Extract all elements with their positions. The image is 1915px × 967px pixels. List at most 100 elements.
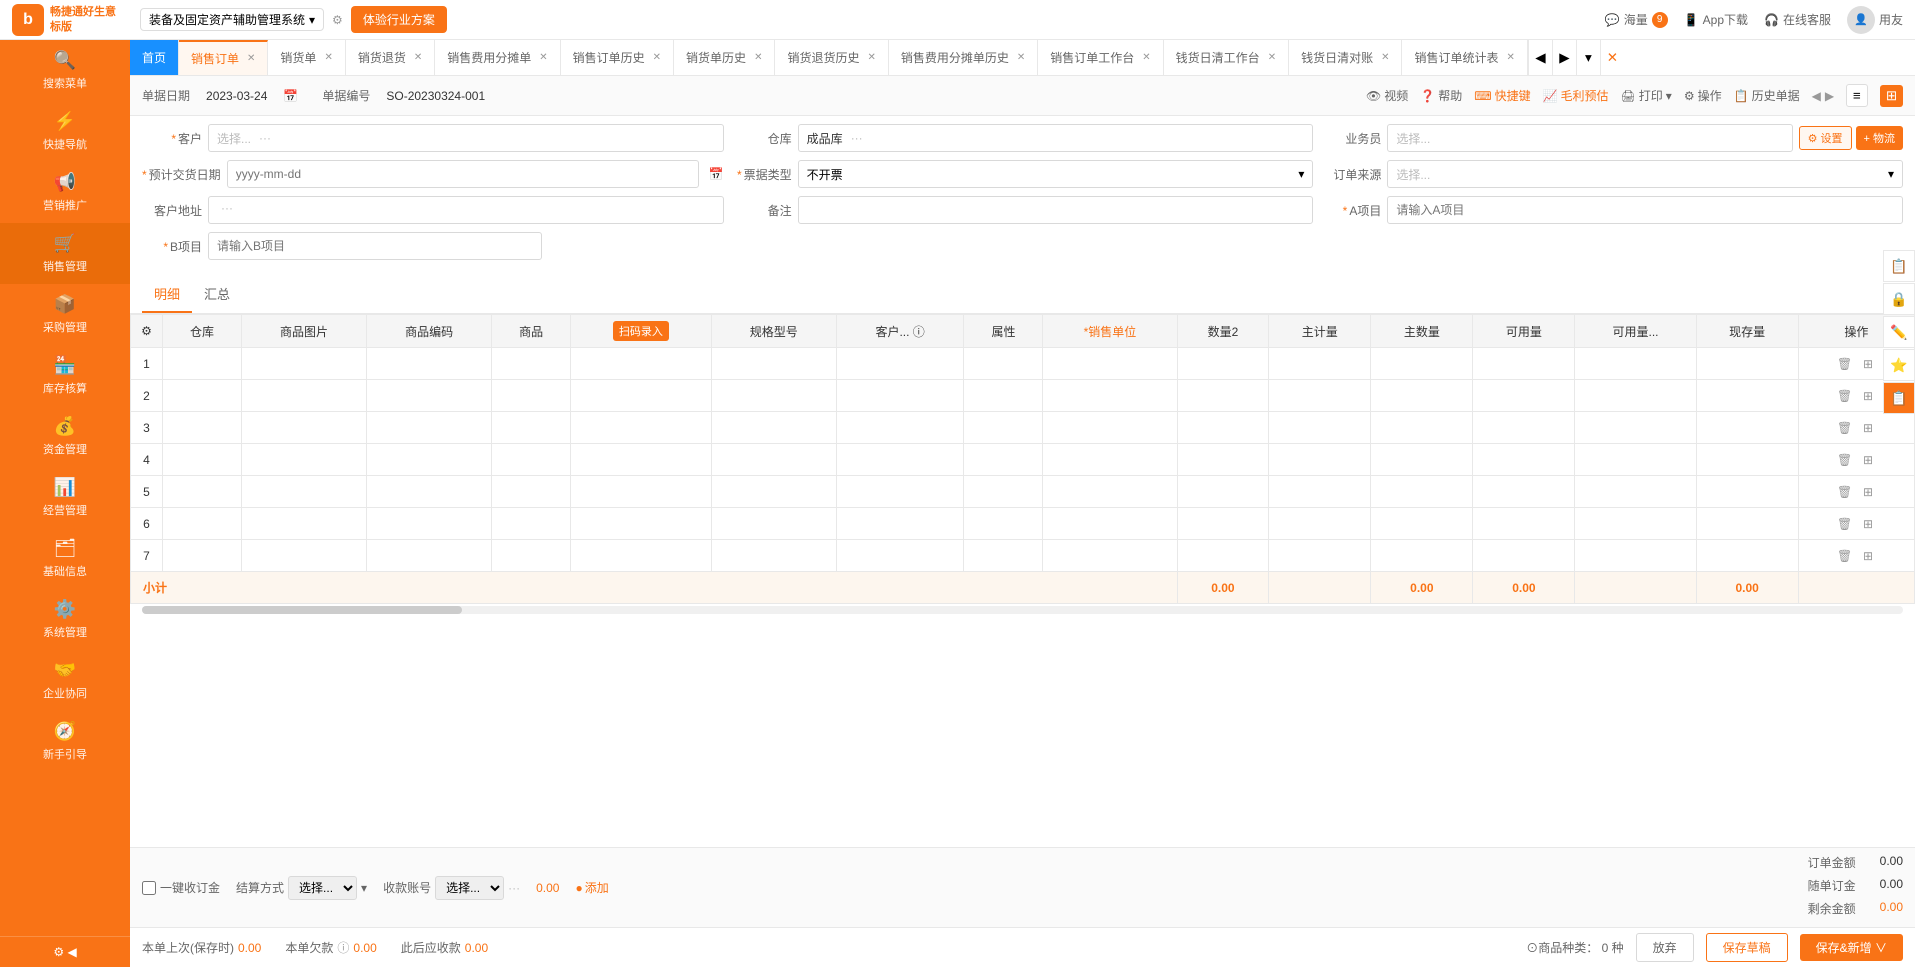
settings-icon[interactable]: ⚙ <box>332 13 343 27</box>
row-1-code[interactable] <box>367 348 492 380</box>
right-panel-btn-2[interactable]: 🔒 <box>1883 283 1915 315</box>
sidebar-collapse-btn[interactable]: ⚙ ◀ <box>0 937 130 967</box>
tab-close-expense-history[interactable]: ✕ <box>1017 52 1025 63</box>
tab-summary[interactable]: 汇总 <box>192 276 242 313</box>
sidebar-item-quick-nav[interactable]: ⚡ 快捷导航 <box>0 101 130 162</box>
row-1-attr[interactable] <box>964 348 1043 380</box>
tab-sales-expense[interactable]: 销售费用分摊单 ✕ <box>435 40 560 76</box>
save-new-btn[interactable]: 保存&新增 ∨ <box>1800 934 1903 961</box>
warehouse-more-btn[interactable]: ··· <box>847 131 867 145</box>
tab-close-daily-workbench[interactable]: ✕ <box>1268 52 1276 63</box>
tab-order-stats[interactable]: 销售订单统计表 ✕ <box>1402 40 1527 76</box>
sidebar-item-guide[interactable]: 🧭 新手引导 <box>0 711 130 772</box>
addr-more-btn[interactable]: ··· <box>217 201 237 215</box>
row-1-delete-btn[interactable]: 🗑 <box>1835 354 1855 374</box>
remark-input[interactable] <box>798 196 1314 224</box>
tab-close-sales-expense[interactable]: ✕ <box>539 52 547 63</box>
row-6-copy-btn[interactable]: ⊞ <box>1858 514 1878 534</box>
row-1-unit[interactable] <box>1043 348 1177 380</box>
app-download-item[interactable]: 📱 App下载 <box>1684 11 1748 28</box>
row-3-copy-btn[interactable]: ⊞ <box>1858 418 1878 438</box>
one-click-checkbox[interactable] <box>142 881 156 895</box>
tab-daily-workbench[interactable]: 钱货日清工作台 ✕ <box>1164 40 1289 76</box>
row-7-copy-btn[interactable]: ⊞ <box>1858 546 1878 566</box>
sidebar-item-base[interactable]: 🗂 基础信息 <box>0 528 130 589</box>
row-1-spec[interactable] <box>711 348 836 380</box>
tab-nav-prev[interactable]: ◀ <box>1528 40 1552 76</box>
tab-sales-order-history[interactable]: 销售订单历史 ✕ <box>561 40 674 76</box>
col-settings[interactable]: ⚙ <box>131 315 163 348</box>
horizontal-scrollbar[interactable] <box>142 606 1903 614</box>
next-record-btn[interactable]: ▶ <box>1825 89 1834 103</box>
tab-sales-return[interactable]: 销货退货 ✕ <box>346 40 435 76</box>
col-scan[interactable]: 扫码录入 <box>571 315 712 348</box>
print-action[interactable]: 🖨 打印 ▾ <box>1621 87 1672 104</box>
order-source-select[interactable]: 选择... ▾ <box>1387 160 1903 188</box>
sidebar-item-system[interactable]: ⚙️ 系统管理 <box>0 589 130 650</box>
row-1-product[interactable] <box>492 348 571 380</box>
customer-more-btn[interactable]: ··· <box>255 131 275 145</box>
tab-close-sales-order[interactable]: ✕ <box>247 53 255 64</box>
customer-input[interactable]: 选择... ··· <box>208 124 724 152</box>
row-1-warehouse[interactable] <box>163 348 242 380</box>
sidebar-item-finance[interactable]: 💰 资金管理 <box>0 406 130 467</box>
tab-home[interactable]: 首页 <box>130 40 179 76</box>
row-1-copy-btn[interactable]: ⊞ <box>1858 354 1878 374</box>
tab-order-workbench[interactable]: 销售订单工作台 ✕ <box>1038 40 1163 76</box>
save-draft-btn[interactable]: 保存草稿 <box>1706 933 1788 962</box>
tab-daily-reconcile[interactable]: 钱货日清对账 ✕ <box>1289 40 1402 76</box>
delivery-input[interactable] <box>227 160 699 188</box>
right-panel-btn-3[interactable]: ✏️ <box>1883 316 1915 348</box>
prev-record-btn[interactable]: ◀ <box>1812 89 1821 103</box>
row-5-copy-btn[interactable]: ⊞ <box>1858 482 1878 502</box>
sidebar-item-sales[interactable]: 🛒 销售管理 <box>0 223 130 284</box>
add-product-btn[interactable]: + 物流 <box>1856 126 1903 150</box>
tab-close-sales-goods[interactable]: ✕ <box>324 52 332 63</box>
operation-action[interactable]: ⚙ 操作 <box>1684 87 1722 104</box>
row-6-delete-btn[interactable]: 🗑 <box>1835 514 1855 534</box>
scrollbar-thumb[interactable] <box>142 606 462 614</box>
shortcut-action[interactable]: ⌨ 快捷键 <box>1474 87 1530 104</box>
salesperson-input[interactable]: 选择... <box>1387 124 1792 152</box>
scan-btn[interactable]: 扫码录入 <box>613 321 669 341</box>
tab-close-all[interactable]: ✕ <box>1600 40 1624 76</box>
row-7-delete-btn[interactable]: 🗑 <box>1835 546 1855 566</box>
tab-nav-menu[interactable]: ▾ <box>1576 40 1600 76</box>
tab-return-history[interactable]: 销货退货历史 ✕ <box>775 40 888 76</box>
row-5-delete-btn[interactable]: 🗑 <box>1835 482 1855 502</box>
right-panel-btn-5[interactable]: 📋 <box>1883 382 1915 414</box>
tab-nav-next[interactable]: ▶ <box>1552 40 1576 76</box>
tab-close-order-stats[interactable]: ✕ <box>1507 52 1515 63</box>
payment-select[interactable]: 选择... <box>288 876 357 900</box>
tab-close-goods-history[interactable]: ✕ <box>754 52 762 63</box>
sidebar-item-marketing[interactable]: 📢 营销推广 <box>0 162 130 223</box>
abandon-btn[interactable]: 放弃 <box>1636 933 1694 962</box>
sidebar-item-inventory[interactable]: 🏪 库存核算 <box>0 345 130 406</box>
tab-close-order-history[interactable]: ✕ <box>653 52 661 63</box>
grid-view-btn[interactable]: ⊞ <box>1880 85 1903 107</box>
tab-detail[interactable]: 明细 <box>142 276 192 313</box>
list-view-btn[interactable]: ≡ <box>1846 84 1868 107</box>
account-select[interactable]: 选择... <box>435 876 504 900</box>
row-2-copy-btn[interactable]: ⊞ <box>1858 386 1878 406</box>
b-project-input[interactable] <box>208 232 542 260</box>
profit-action[interactable]: 📈 毛利预估 <box>1543 87 1609 104</box>
warehouse-input[interactable]: 成品库 ··· <box>798 124 1314 152</box>
system-selector[interactable]: 装备及固定资产辅助管理系统 ▾ <box>140 8 324 31</box>
sidebar-item-enterprise[interactable]: 🤝 企业协同 <box>0 650 130 711</box>
row-2-delete-btn[interactable]: 🗑 <box>1835 386 1855 406</box>
row-4-delete-btn[interactable]: 🗑 <box>1835 450 1855 470</box>
row-1-main-qty[interactable] <box>1371 348 1473 380</box>
row-4-copy-btn[interactable]: ⊞ <box>1858 450 1878 470</box>
right-panel-btn-1[interactable]: 📋 <box>1883 250 1915 282</box>
sidebar-item-purchase[interactable]: 📦 采购管理 <box>0 284 130 345</box>
help-action[interactable]: ❓ 帮助 <box>1420 87 1462 104</box>
tab-sales-goods[interactable]: 销货单 ✕ <box>268 40 345 76</box>
tab-close-order-workbench[interactable]: ✕ <box>1142 52 1150 63</box>
customer-addr-input[interactable]: ··· <box>208 196 724 224</box>
row-1-customer-code[interactable] <box>836 348 964 380</box>
calendar-icon[interactable]: 📅 <box>283 89 298 103</box>
row-3-delete-btn[interactable]: 🗑 <box>1835 418 1855 438</box>
online-service-item[interactable]: 🎧 在线客服 <box>1764 11 1831 28</box>
a-project-input[interactable] <box>1387 196 1903 224</box>
